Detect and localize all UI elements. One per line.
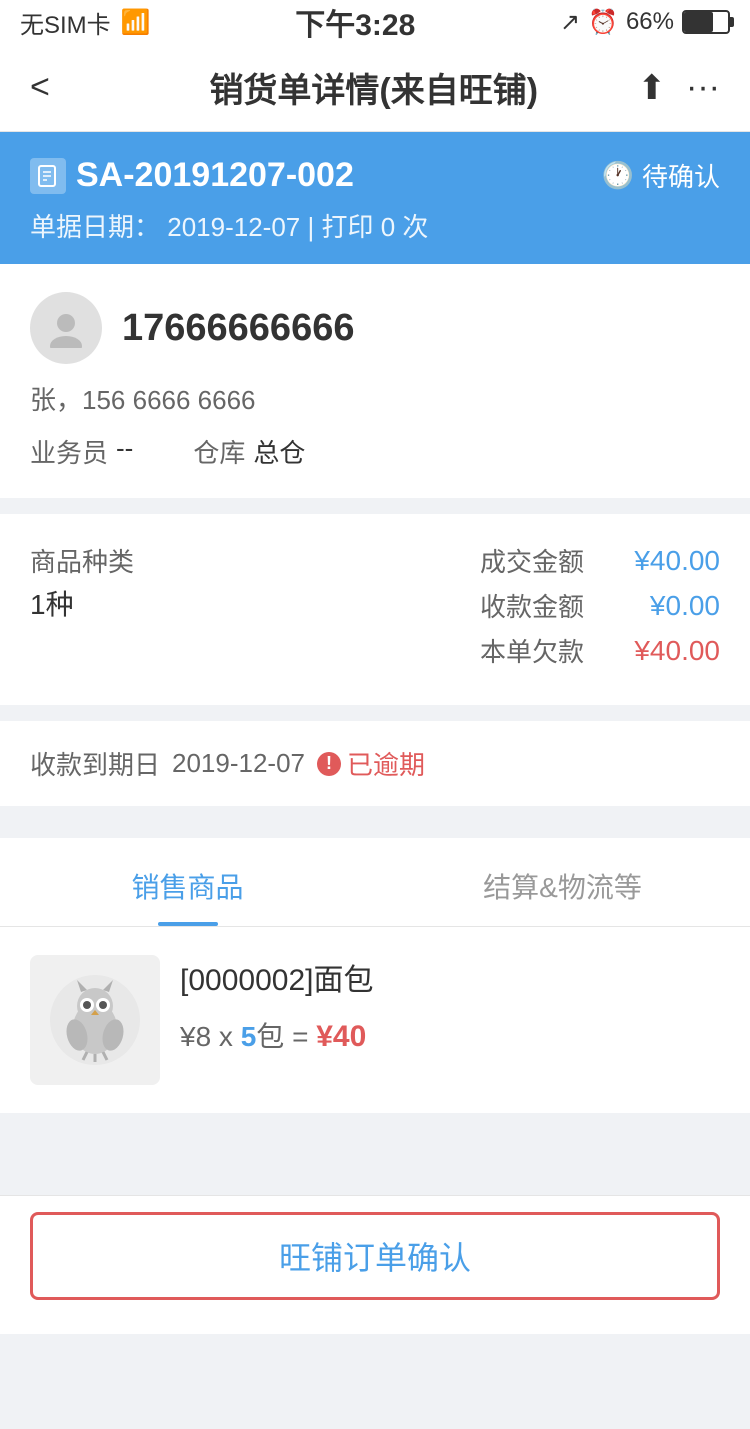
divider-1: [0, 822, 750, 838]
nav-bar: < 销货单详情(来自旺铺) ⬆ ···: [0, 44, 750, 132]
avatar: [30, 292, 102, 364]
battery-icon: [682, 10, 730, 34]
order-date-line: 单据日期： 2019-12-07 | 打印 0 次: [30, 207, 720, 244]
balance-row: 本单欠款 ¥40.00: [480, 632, 720, 669]
product-name: [0000002]面包: [180, 955, 720, 999]
customer-name: 张，156 6666 6666: [30, 380, 720, 417]
transaction-label: 成交金额: [480, 542, 584, 579]
more-button[interactable]: ···: [686, 68, 720, 107]
status-bar-right: ↗ ⏰ 66%: [560, 8, 730, 37]
share-button[interactable]: ⬆: [638, 68, 667, 108]
order-id-icon: [30, 158, 66, 194]
product-name-text: 面包: [313, 964, 373, 997]
time-display: 下午3:28: [295, 0, 415, 44]
wifi-icon: 📶: [121, 8, 151, 37]
overdue-badge: ! 已逾期: [317, 745, 425, 782]
print-text: 打印 0 次: [321, 212, 428, 242]
balance-label: 本单欠款: [480, 632, 584, 669]
received-label: 收款金额: [480, 587, 584, 624]
sales-label: 业务员: [30, 433, 108, 470]
due-date-value: 2019-12-07: [172, 748, 305, 779]
nav-left: <: [30, 68, 110, 107]
tab-settlement[interactable]: 结算&物流等: [375, 838, 750, 926]
location-icon: ↗: [560, 8, 580, 37]
balance-value: ¥40.00: [600, 635, 720, 667]
price-label: ¥8 x: [180, 1021, 241, 1052]
customer-meta: 业务员 -- 仓库 总仓: [30, 433, 720, 470]
product-item: [0000002]面包 ¥8 x 5包 = ¥40: [0, 927, 750, 1113]
status-bar: 无SIM卡 📶 下午3:28 ↗ ⏰ 66%: [0, 0, 750, 44]
product-thumbnail: [30, 955, 160, 1085]
summary-right: 成交金额 ¥40.00 收款金额 ¥0.00 本单欠款 ¥40.00: [480, 542, 720, 677]
status-clock-icon: 🕐: [602, 160, 634, 191]
transaction-row: 成交金额 ¥40.00: [480, 542, 720, 579]
quantity-value: 5: [241, 1021, 257, 1052]
back-button[interactable]: <: [30, 68, 50, 107]
tab-sales-product[interactable]: 销售商品: [0, 838, 375, 926]
customer-phone: 17666666666: [122, 307, 354, 350]
alarm-icon: ⏰: [588, 8, 618, 37]
received-value: ¥0.00: [600, 590, 720, 622]
product-type-value: 1种: [30, 583, 134, 623]
wangpu-confirm-button[interactable]: 旺铺订单确认: [30, 1212, 720, 1300]
order-status: 🕐 待确认: [602, 157, 720, 194]
due-date-section: 收款到期日 2019-12-07 ! 已逾期: [0, 721, 750, 806]
product-type-label: 商品种类: [30, 542, 134, 579]
equals-sign: =: [284, 1021, 316, 1052]
overdue-dot-icon: !: [317, 752, 341, 776]
product-info: [0000002]面包 ¥8 x 5包 = ¥40: [180, 955, 720, 1085]
bottom-bar: 旺铺订单确认: [0, 1195, 750, 1334]
order-id: SA-20191207-002: [30, 156, 354, 195]
summary-section: 商品种类 1种 成交金额 ¥40.00 收款金额 ¥0.00 本单欠款 ¥40.…: [0, 514, 750, 705]
battery-percent: 66%: [626, 8, 674, 36]
unit-text: 包: [256, 1021, 284, 1052]
order-date-value: 2019-12-07: [167, 212, 300, 242]
overdue-text: 已逾期: [347, 745, 425, 782]
warehouse-value: 总仓: [253, 433, 305, 470]
status-bar-left: 无SIM卡 📶: [20, 5, 151, 40]
sales-value: --: [116, 433, 133, 470]
transaction-value: ¥40.00: [600, 545, 720, 577]
nav-right: ⬆ ···: [638, 68, 720, 108]
carrier-text: 无SIM卡: [20, 5, 111, 40]
product-code: [0000002]: [180, 964, 313, 997]
total-value: ¥40: [316, 1020, 366, 1053]
due-date-label: 收款到期日: [30, 745, 160, 782]
product-price: ¥8 x 5包 = ¥40: [180, 1015, 720, 1055]
nav-title: 销货单详情(来自旺铺): [110, 63, 638, 112]
received-row: 收款金额 ¥0.00: [480, 587, 720, 624]
tabs-bar: 销售商品 结算&物流等: [0, 838, 750, 927]
summary-left: 商品种类 1种: [30, 542, 134, 677]
customer-section: 17666666666 张，156 6666 6666 业务员 -- 仓库 总仓: [0, 264, 750, 498]
order-header: SA-20191207-002 🕐 待确认 单据日期： 2019-12-07 |…: [0, 132, 750, 264]
warehouse-label: 仓库: [193, 433, 245, 470]
